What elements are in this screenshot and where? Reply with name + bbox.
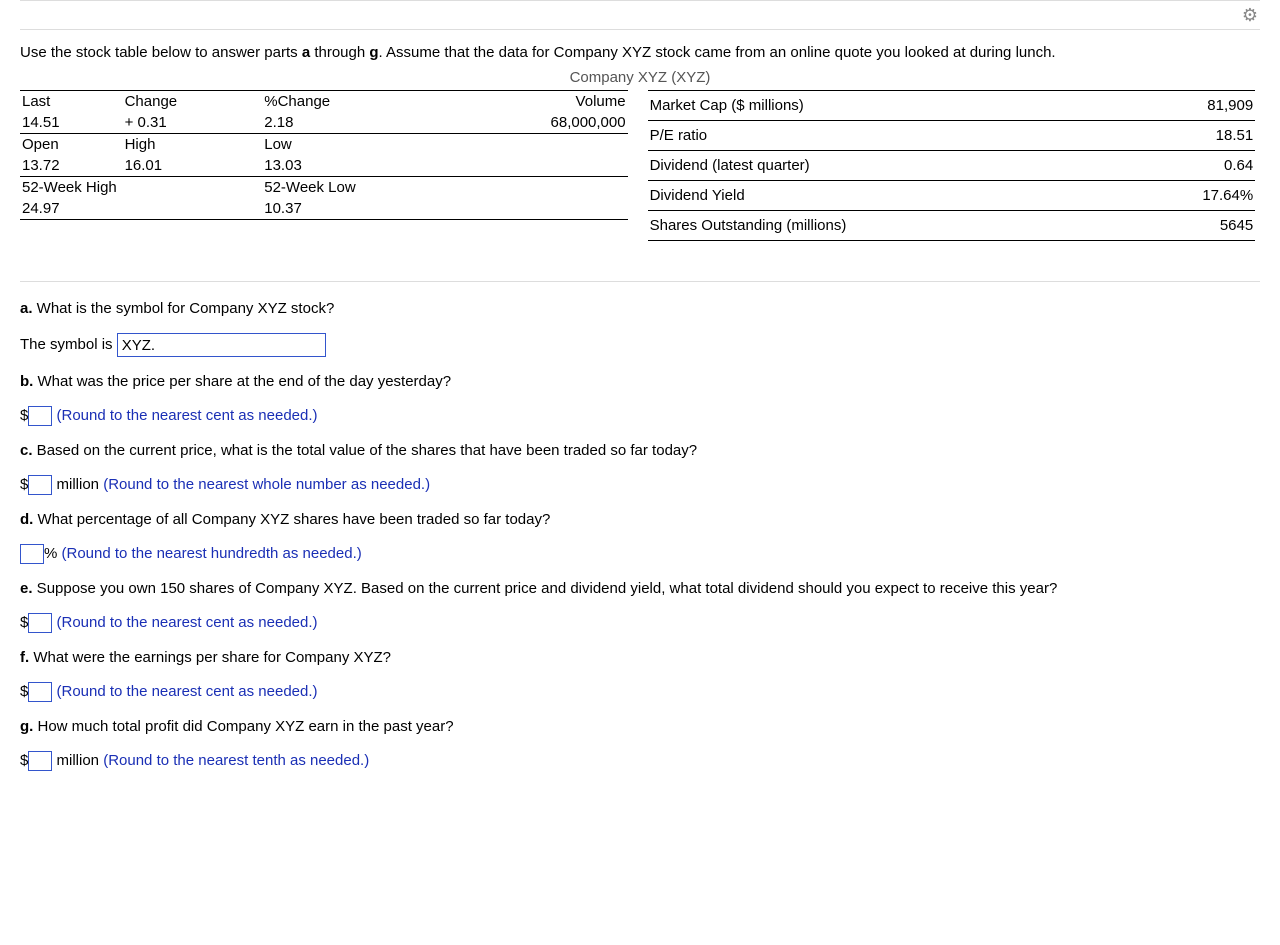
intro-g: g (369, 44, 378, 61)
table-row: Dividend (latest quarter) 0.64 (648, 151, 1256, 181)
cell-open-val: 13.72 (20, 155, 123, 177)
cell-pctchange-label: %Change (262, 91, 433, 113)
dollar-prefix: $ (20, 752, 28, 769)
question-d: d. What percentage of all Company XYZ sh… (20, 511, 1260, 528)
answer-b-input[interactable] (28, 406, 52, 426)
answer-e-hint: (Round to the nearest cent as needed.) (52, 614, 317, 631)
question-f-text: What were the earnings per share for Com… (29, 649, 391, 666)
answer-g-hint: (Round to the nearest tenth as needed.) (103, 752, 369, 769)
kv-label: Dividend Yield (648, 181, 1125, 211)
kv-label: Shares Outstanding (millions) (648, 211, 1125, 241)
answer-c: $ million (Round to the nearest whole nu… (20, 475, 1260, 495)
dollar-prefix: $ (20, 476, 28, 493)
kv-value: 5645 (1125, 211, 1255, 241)
answer-c-hint: (Round to the nearest whole number as ne… (103, 476, 430, 493)
cell-volume-label: Volume (434, 91, 628, 113)
intro-text: Use the stock table below to answer part… (20, 44, 1260, 61)
question-g: g. How much total profit did Company XYZ… (20, 718, 1260, 735)
intro-post: . Assume that the data for Company XYZ s… (379, 44, 1056, 61)
question-b-text: What was the price per share at the end … (33, 373, 451, 390)
quote-table-right: Market Cap ($ millions) 81,909 P/E ratio… (648, 90, 1256, 241)
answer-d: % (Round to the nearest hundredth as nee… (20, 544, 1260, 564)
dollar-prefix: $ (20, 407, 28, 424)
cell-high-val: 16.01 (123, 155, 263, 177)
question-d-text: What percentage of all Company XYZ share… (33, 511, 550, 528)
question-a-text: What is the symbol for Company XYZ stock… (33, 300, 335, 317)
kv-value: 81,909 (1125, 91, 1255, 121)
cell-low-val: 13.03 (262, 155, 433, 177)
question-b-label: b. (20, 373, 33, 390)
answer-d-hint: (Round to the nearest hundredth as neede… (62, 545, 362, 562)
intro-pre: Use the stock table below to answer part… (20, 44, 302, 61)
table-row: Market Cap ($ millions) 81,909 (648, 91, 1256, 121)
answer-d-input[interactable] (20, 544, 44, 564)
answer-f-hint: (Round to the nearest cent as needed.) (52, 683, 317, 700)
dollar-prefix: $ (20, 683, 28, 700)
kv-label: Market Cap ($ millions) (648, 91, 1125, 121)
divider (20, 281, 1260, 282)
question-g-text: How much total profit did Company XYZ ea… (33, 718, 453, 735)
table-row: P/E ratio 18.51 (648, 121, 1256, 151)
cell-change-val: + 0.31 (123, 112, 263, 134)
question-c-label: c. (20, 442, 33, 459)
table-row: Shares Outstanding (millions) 5645 (648, 211, 1256, 241)
answer-a: The symbol is (20, 333, 1260, 357)
question-b: b. What was the price per share at the e… (20, 373, 1260, 390)
answer-a-input[interactable] (117, 333, 326, 357)
question-e-text: Suppose you own 150 shares of Company XY… (33, 580, 1058, 597)
cell-volume-val: 68,000,000 (434, 112, 628, 134)
cell-pctchange-val: 2.18 (262, 112, 433, 134)
question-e-label: e. (20, 580, 33, 597)
kv-value: 0.64 (1125, 151, 1255, 181)
kv-label: P/E ratio (648, 121, 1125, 151)
cell-change-label: Change (123, 91, 263, 113)
cell-52low-label: 52-Week Low (262, 177, 627, 199)
quote-table-left: Last Change %Change Volume 14.51 + 0.31 … (20, 90, 628, 220)
answer-f: $ (Round to the nearest cent as needed.) (20, 682, 1260, 702)
company-title: Company XYZ (XYZ) (20, 69, 1260, 86)
dollar-prefix: $ (20, 614, 28, 631)
intro-mid: through (310, 44, 369, 61)
intro-a: a (302, 44, 310, 61)
question-a: a. What is the symbol for Company XYZ st… (20, 300, 1260, 317)
cell-last-val: 14.51 (20, 112, 123, 134)
cell-open-label: Open (20, 134, 123, 156)
answer-f-input[interactable] (28, 682, 52, 702)
cell-low-label: Low (262, 134, 433, 156)
answer-c-unit: million (52, 476, 103, 493)
kv-label: Dividend (latest quarter) (648, 151, 1125, 181)
cell-52high-label: 52-Week High (20, 177, 262, 199)
question-g-label: g. (20, 718, 33, 735)
answer-g: $ million (Round to the nearest tenth as… (20, 751, 1260, 771)
answer-d-unit: % (44, 545, 62, 562)
toolbar: ⚙ (20, 0, 1260, 30)
question-f-label: f. (20, 649, 29, 666)
answer-g-input[interactable] (28, 751, 52, 771)
answer-e: $ (Round to the nearest cent as needed.) (20, 613, 1260, 633)
answer-e-input[interactable] (28, 613, 52, 633)
question-d-label: d. (20, 511, 33, 528)
question-c: c. Based on the current price, what is t… (20, 442, 1260, 459)
cell-52low-val: 10.37 (262, 198, 627, 220)
kv-value: 17.64% (1125, 181, 1255, 211)
question-a-label: a. (20, 300, 33, 317)
table-row: Dividend Yield 17.64% (648, 181, 1256, 211)
cell-high-label: High (123, 134, 263, 156)
question-e: e. Suppose you own 150 shares of Company… (20, 580, 1260, 597)
answer-b: $ (Round to the nearest cent as needed.) (20, 406, 1260, 426)
question-f: f. What were the earnings per share for … (20, 649, 1260, 666)
answer-c-input[interactable] (28, 475, 52, 495)
question-c-text: Based on the current price, what is the … (33, 442, 698, 459)
cell-last-label: Last (20, 91, 123, 113)
kv-value: 18.51 (1125, 121, 1255, 151)
answer-a-pre: The symbol is (20, 336, 117, 353)
cell-52high-val: 24.97 (20, 198, 262, 220)
stock-tables: Last Change %Change Volume 14.51 + 0.31 … (20, 90, 1260, 241)
answer-g-unit: million (52, 752, 103, 769)
answer-b-hint: (Round to the nearest cent as needed.) (52, 407, 317, 424)
gear-icon[interactable]: ⚙ (1242, 5, 1260, 26)
